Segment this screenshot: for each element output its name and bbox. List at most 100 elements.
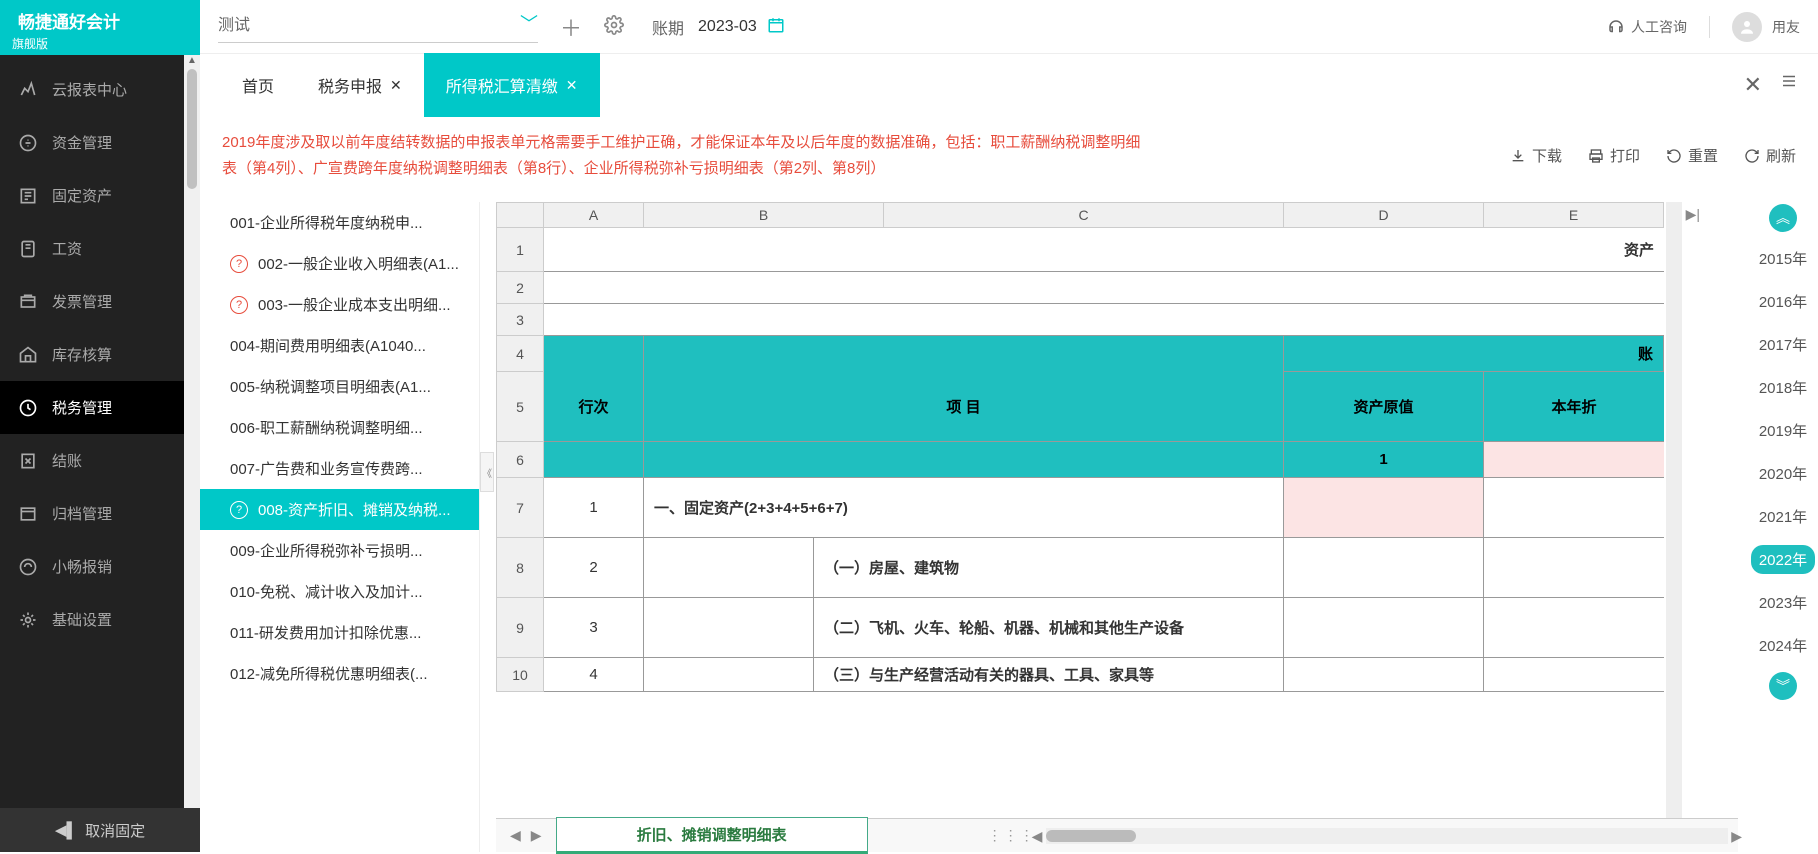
col-header[interactable]: E xyxy=(1484,202,1664,228)
report-item[interactable]: 011-研发费用加计扣除优惠... xyxy=(200,612,479,653)
report-item[interactable]: 004-期间费用明细表(A1040... xyxy=(200,325,479,366)
row-header[interactable]: 6 xyxy=(496,442,544,478)
cell[interactable] xyxy=(644,598,814,658)
cell[interactable] xyxy=(1484,538,1664,598)
sheet-grip[interactable]: ⋮⋮⋮ xyxy=(988,827,1036,844)
cell[interactable] xyxy=(544,304,1664,336)
tabs-menu-button[interactable] xyxy=(1780,72,1798,98)
close-all-button[interactable]: ✕ xyxy=(1744,72,1762,98)
report-item[interactable]: 012-减免所得税优惠明细表(... xyxy=(200,653,479,694)
scroll-up-icon[interactable]: ▲ xyxy=(184,55,200,69)
cell[interactable] xyxy=(1484,658,1664,692)
cell[interactable] xyxy=(1484,442,1664,478)
nav-item[interactable]: 固定资产 xyxy=(0,169,184,222)
cell[interactable] xyxy=(1284,538,1484,598)
nav-item[interactable]: 资金管理 xyxy=(0,116,184,169)
nav-item[interactable]: 发票管理 xyxy=(0,275,184,328)
report-item[interactable]: 007-广告费和业务宣传费跨... xyxy=(200,448,479,489)
year-item[interactable]: 2015年 xyxy=(1751,244,1815,273)
year-item[interactable]: 2016年 xyxy=(1751,287,1815,316)
col-header[interactable]: A xyxy=(544,202,644,228)
cell[interactable] xyxy=(1284,598,1484,658)
sheet-hscroll-thumb[interactable] xyxy=(1046,830,1136,842)
year-item[interactable]: 2023年 xyxy=(1751,588,1815,617)
row-header[interactable]: 7 xyxy=(496,478,544,538)
user-menu[interactable]: 用友 xyxy=(1732,12,1800,42)
col-header[interactable]: B xyxy=(644,202,884,228)
row-header[interactable]: 4 xyxy=(496,336,544,372)
refresh-button[interactable]: 刷新 xyxy=(1744,145,1796,166)
year-item[interactable]: 2019年 xyxy=(1751,416,1815,445)
cell[interactable] xyxy=(1484,598,1664,658)
cell[interactable]: 一、固定资产(2+3+4+5+6+7) xyxy=(644,478,1284,538)
sidebar-scroll-thumb[interactable] xyxy=(187,69,197,189)
print-button[interactable]: 打印 xyxy=(1588,145,1640,166)
cell[interactable]: 1 xyxy=(1284,442,1484,478)
nav-item[interactable]: 归档管理 xyxy=(0,487,184,540)
col-header[interactable]: C xyxy=(884,202,1284,228)
row-header[interactable]: 8 xyxy=(496,538,544,598)
tab-close-icon[interactable]: ✕ xyxy=(390,77,402,94)
row-header[interactable]: 10 xyxy=(496,658,544,692)
cell[interactable] xyxy=(1284,658,1484,692)
cell[interactable]: （三）与生产经营活动有关的器具、工具、家具等 xyxy=(814,658,1284,692)
sidebar-scrollbar[interactable]: ▲ ▼ xyxy=(184,55,200,852)
nav-item[interactable]: 税务管理 xyxy=(0,381,184,434)
cell[interactable] xyxy=(644,658,814,692)
add-button[interactable]: ＋ xyxy=(560,11,582,43)
year-up-button[interactable]: ︽ xyxy=(1769,204,1797,232)
report-item[interactable]: 008-资产折旧、摊销及纳税... xyxy=(200,489,479,530)
tab[interactable]: 税务申报✕ xyxy=(296,53,424,117)
sheet-collapse-button[interactable]: ▶| xyxy=(1686,206,1700,223)
report-item[interactable]: 005-纳税调整项目明细表(A1... xyxy=(200,366,479,407)
calendar-icon[interactable] xyxy=(767,16,785,37)
year-item[interactable]: 2020年 xyxy=(1751,459,1815,488)
nav-item[interactable]: 基础设置 xyxy=(0,593,184,646)
row-header[interactable]: 9 xyxy=(496,598,544,658)
row-header[interactable]: 3 xyxy=(496,304,544,336)
year-down-button[interactable]: ︾ xyxy=(1769,672,1797,700)
sheet-hscrollbar[interactable]: ◀ ▶ xyxy=(1046,828,1728,844)
report-item[interactable]: 003-一般企业成本支出明细... xyxy=(200,284,479,325)
cell[interactable] xyxy=(544,442,644,478)
cell[interactable]: 4 xyxy=(544,658,644,692)
collapse-list-button[interactable]: 《 xyxy=(480,452,494,492)
report-item[interactable]: 006-职工薪酬纳税调整明细... xyxy=(200,407,479,448)
nav-item[interactable]: 结账 xyxy=(0,434,184,487)
tab[interactable]: 首页 xyxy=(220,53,296,117)
year-item[interactable]: 2021年 xyxy=(1751,502,1815,531)
cell[interactable] xyxy=(1284,478,1484,538)
cell[interactable]: 账 xyxy=(1284,336,1664,372)
year-item[interactable]: 2018年 xyxy=(1751,373,1815,402)
sheet-tab[interactable]: 折旧、摊销调整明细表 xyxy=(556,817,868,854)
col-header[interactable]: D xyxy=(1284,202,1484,228)
year-item[interactable]: 2022年 xyxy=(1751,545,1815,574)
nav-item[interactable]: 云报表中心 xyxy=(0,63,184,116)
cell[interactable]: 3 xyxy=(544,598,644,658)
support-button[interactable]: 人工咨询 xyxy=(1607,17,1687,37)
unpin-button[interactable]: ◀▌ 取消固定 xyxy=(0,808,200,852)
header-cell[interactable]: 行次 xyxy=(544,372,644,442)
report-item[interactable]: 010-免税、减计收入及加计... xyxy=(200,571,479,612)
company-selector[interactable]: 测试 ﹀ xyxy=(218,10,538,43)
header-cell[interactable]: 资产原值 xyxy=(1284,372,1484,442)
row-header[interactable]: 5 xyxy=(496,372,544,442)
report-item[interactable]: 002-一般企业收入明细表(A1... xyxy=(200,243,479,284)
header-cell[interactable]: 本年折 xyxy=(1484,372,1664,442)
sheet-vscrollbar[interactable] xyxy=(1666,202,1682,818)
cell[interactable]: （一）房屋、建筑物 xyxy=(814,538,1284,598)
row-header[interactable]: 2 xyxy=(496,272,544,304)
report-item[interactable]: 009-企业所得税弥补亏损明... xyxy=(200,530,479,571)
report-item[interactable]: 001-企业所得税年度纳税申... xyxy=(200,202,479,243)
nav-item[interactable]: 库存核算 xyxy=(0,328,184,381)
header-cell[interactable]: 项 目 xyxy=(644,372,1284,442)
sheet-corner[interactable] xyxy=(496,202,544,228)
cell[interactable] xyxy=(644,538,814,598)
cell[interactable] xyxy=(544,272,1664,304)
cell[interactable] xyxy=(1484,478,1664,538)
cell[interactable] xyxy=(544,336,644,372)
download-button[interactable]: 下载 xyxy=(1510,145,1562,166)
nav-item[interactable]: 小畅报销 xyxy=(0,540,184,593)
nav-item[interactable]: 工资 xyxy=(0,222,184,275)
reset-button[interactable]: 重置 xyxy=(1666,145,1718,166)
